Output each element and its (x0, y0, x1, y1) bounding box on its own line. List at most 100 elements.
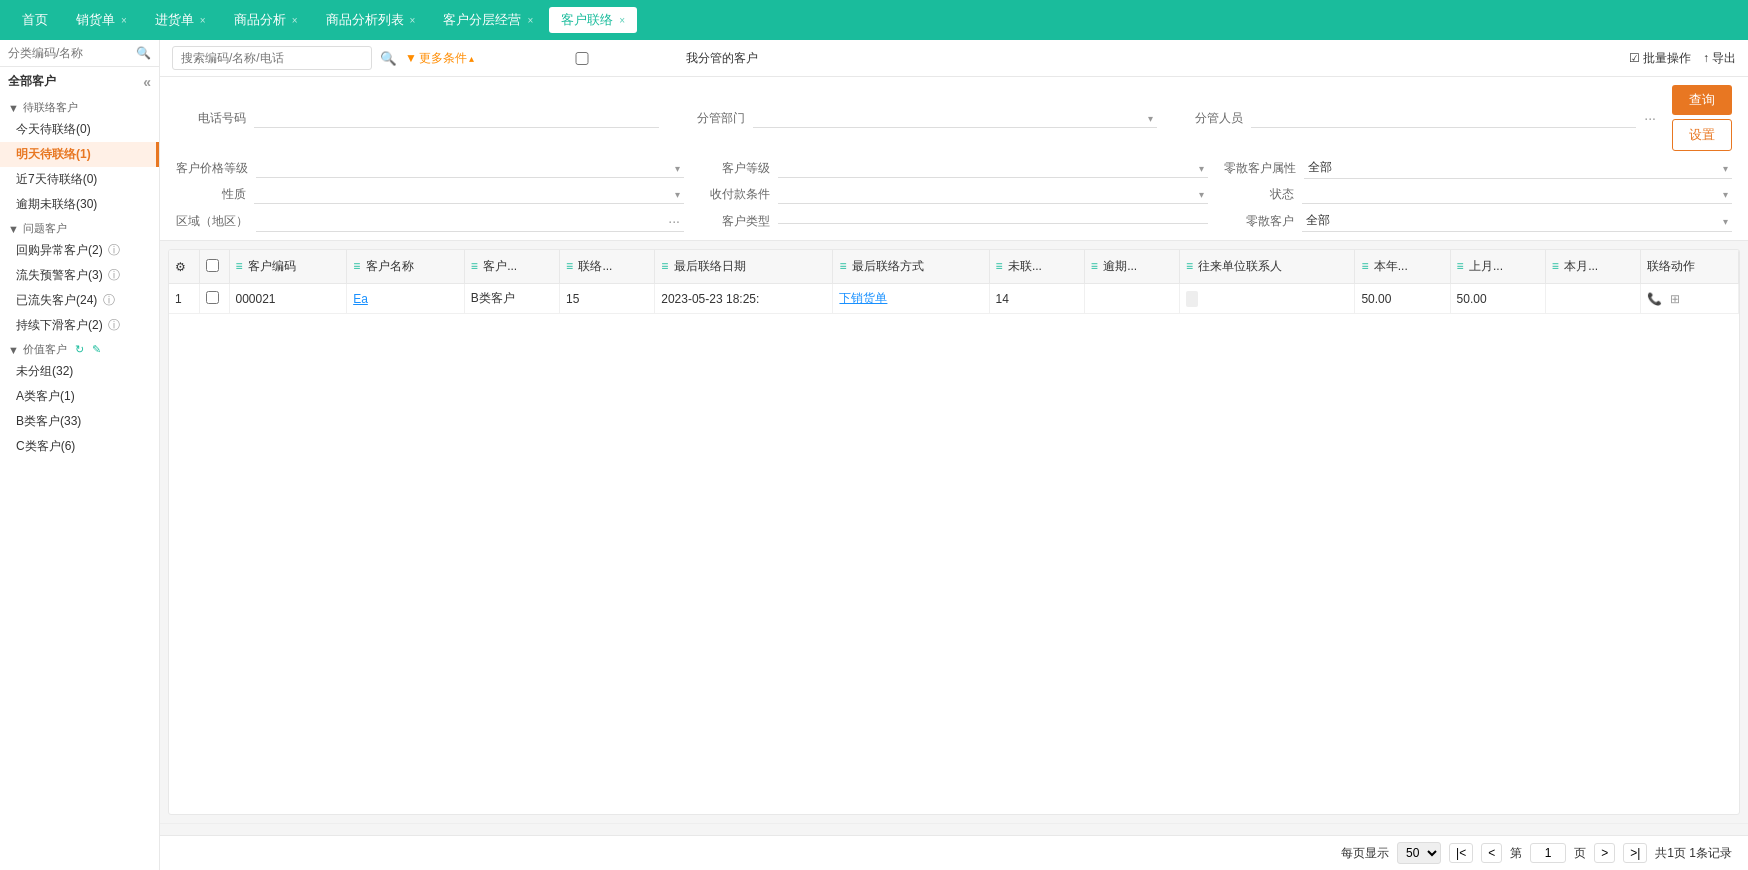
sidebar-item-churn-warning[interactable]: 流失预警客户(3) ⓘ (0, 263, 159, 288)
close-icon[interactable]: × (121, 15, 127, 26)
prev-page-button[interactable]: < (1481, 843, 1502, 863)
per-page-select[interactable]: 50 (1397, 842, 1441, 864)
nav-item-purchase[interactable]: 进货单 × (143, 7, 218, 33)
nav-item-customer-tier[interactable]: 客户分层经营 × (431, 7, 545, 33)
sidebar-item-repurchase-abnormal[interactable]: 回购异常客户(2) ⓘ (0, 238, 159, 263)
col-current-month: ≡ 本月... (1545, 250, 1640, 284)
filter-customer-type: 客户类型 (700, 213, 1208, 230)
close-icon[interactable]: × (410, 15, 416, 26)
row-select-checkbox[interactable] (206, 291, 219, 304)
sort-icon: ≡ (471, 259, 478, 273)
reset-button[interactable]: 设置 (1672, 119, 1732, 151)
sidebar-item-today-contact[interactable]: 今天待联络(0) (0, 117, 159, 142)
retail-attr-select[interactable]: 全部 (1304, 157, 1732, 179)
retail-customer-select[interactable]: 全部 (1302, 210, 1732, 232)
sidebar-item-declining[interactable]: 持续下滑客户(2) ⓘ (0, 313, 159, 338)
my-customers-checkbox[interactable] (482, 52, 682, 65)
last-method-link[interactable]: 下销货单 (839, 291, 887, 305)
col-settings[interactable]: ⚙ (169, 250, 199, 284)
sidebar-item-b-class[interactable]: B类客户(33) (0, 409, 159, 434)
payment-select[interactable] (778, 185, 1208, 204)
phone-input[interactable] (254, 109, 659, 128)
sidebar-item-a-class[interactable]: A类客户(1) (0, 384, 159, 409)
sidebar-all-customers[interactable]: 全部客户 « (0, 67, 159, 96)
close-icon[interactable]: × (200, 15, 206, 26)
export-button[interactable]: ↑ 导出 (1703, 50, 1736, 67)
price-level-select[interactable] (256, 159, 684, 178)
sidebar-item-7days-contact[interactable]: 近7天待联络(0) (0, 167, 159, 192)
edit-icon[interactable]: ✎ (92, 343, 101, 356)
sidebar-search-icon[interactable]: 🔍 (136, 46, 151, 60)
row-code: 000021 (229, 284, 347, 314)
row-overdue (1084, 284, 1179, 314)
region-select[interactable]: ··· (256, 211, 684, 232)
status-select[interactable] (1302, 185, 1732, 204)
my-customers-checkbox-label[interactable]: 我分管的客户 (482, 50, 758, 67)
info-icon: ⓘ (108, 318, 120, 332)
first-page-button[interactable]: |< (1449, 843, 1473, 863)
row-no: 1 (169, 284, 199, 314)
sidebar-search-input[interactable] (8, 46, 132, 60)
more-conditions-button[interactable]: ▼ 更多条件 (405, 50, 474, 67)
close-icon[interactable]: × (292, 15, 298, 26)
row-contact-person (1180, 284, 1355, 314)
customer-level-select[interactable] (778, 159, 1208, 178)
gender-label: 性质 (176, 186, 246, 203)
col-checkbox[interactable] (199, 250, 229, 284)
sidebar-item-c-class[interactable]: C类客户(6) (0, 434, 159, 459)
sidebar-item-overdue-contact[interactable]: 逾期未联络(30) (0, 192, 159, 217)
region-more-icon[interactable]: ··· (668, 213, 680, 229)
gender-select[interactable] (254, 185, 684, 204)
last-page-button[interactable]: >| (1623, 843, 1647, 863)
query-button[interactable]: 查询 (1672, 85, 1732, 115)
grid-action-icon[interactable]: ⊞ (1670, 292, 1680, 306)
close-icon[interactable]: × (527, 15, 533, 26)
customer-name-link[interactable]: Ea (353, 292, 368, 306)
select-all-checkbox[interactable] (206, 259, 219, 272)
close-icon[interactable]: × (619, 15, 625, 26)
sort-icon: ≡ (566, 259, 573, 273)
row-name[interactable]: Ea (347, 284, 465, 314)
sidebar-collapse-icon[interactable]: « (143, 74, 151, 90)
retail-customer-label: 零散客户 (1224, 213, 1294, 230)
nav-home[interactable]: 首页 (10, 7, 60, 33)
page-number-input[interactable] (1530, 843, 1566, 863)
sidebar-item-tomorrow-contact[interactable]: 明天待联络(1) (0, 142, 159, 167)
filter-gender: 性质 (176, 185, 684, 204)
manager-input[interactable] (1251, 109, 1636, 128)
batch-operation-button[interactable]: ☑ 批量操作 (1629, 50, 1691, 67)
sidebar-item-churned[interactable]: 已流失客户(24) ⓘ (0, 288, 159, 313)
status-label: 状态 (1224, 186, 1294, 203)
dept-select[interactable] (753, 109, 1158, 128)
col-last-month: ≡ 上月... (1450, 250, 1545, 284)
row-last-date: 2023-05-23 18:25: (655, 284, 833, 314)
sidebar-search-bar[interactable]: 🔍 (0, 40, 159, 67)
data-table-wrapper: ⚙ ≡ 客户编码 ≡ 客户名称 (168, 249, 1740, 815)
customer-type-select[interactable] (778, 219, 1208, 224)
col-last-date: ≡ 最后联络日期 (655, 250, 833, 284)
nav-item-sales[interactable]: 销货单 × (64, 7, 139, 33)
col-contact-person: ≡ 往来单位联系人 (1180, 250, 1355, 284)
sort-icon: ≡ (996, 259, 1003, 273)
refresh-icon[interactable]: ↻ (75, 343, 84, 356)
row-last-method[interactable]: 下销货单 (833, 284, 989, 314)
row-checkbox[interactable] (199, 284, 229, 314)
sidebar-group-pending: ▼ 待联络客户 (0, 96, 159, 117)
info-icon: ⓘ (108, 268, 120, 282)
checkbox-icon: ☑ (1629, 51, 1640, 65)
search-input[interactable] (172, 46, 372, 70)
horizontal-scrollbar[interactable] (160, 823, 1748, 835)
sidebar-item-ungroup[interactable]: 未分组(32) (0, 359, 159, 384)
phone-action-icon[interactable]: 📞 (1647, 292, 1662, 306)
manager-more-icon[interactable]: ··· (1644, 110, 1656, 126)
filter-customer-level: 客户等级 (700, 159, 1208, 178)
nav-item-product-list[interactable]: 商品分析列表 × (314, 7, 428, 33)
nav-item-product-analysis[interactable]: 商品分析 × (222, 7, 310, 33)
nav-item-customer-contact[interactable]: 客户联络 × (549, 7, 637, 33)
next-page-button[interactable]: > (1594, 843, 1615, 863)
search-button[interactable]: 🔍 (380, 51, 397, 66)
region-label: 区域（地区） (176, 213, 248, 230)
settings-icon[interactable]: ⚙ (175, 260, 186, 274)
toolbar-right: ☑ 批量操作 ↑ 导出 (1629, 50, 1736, 67)
export-icon: ↑ (1703, 51, 1709, 65)
